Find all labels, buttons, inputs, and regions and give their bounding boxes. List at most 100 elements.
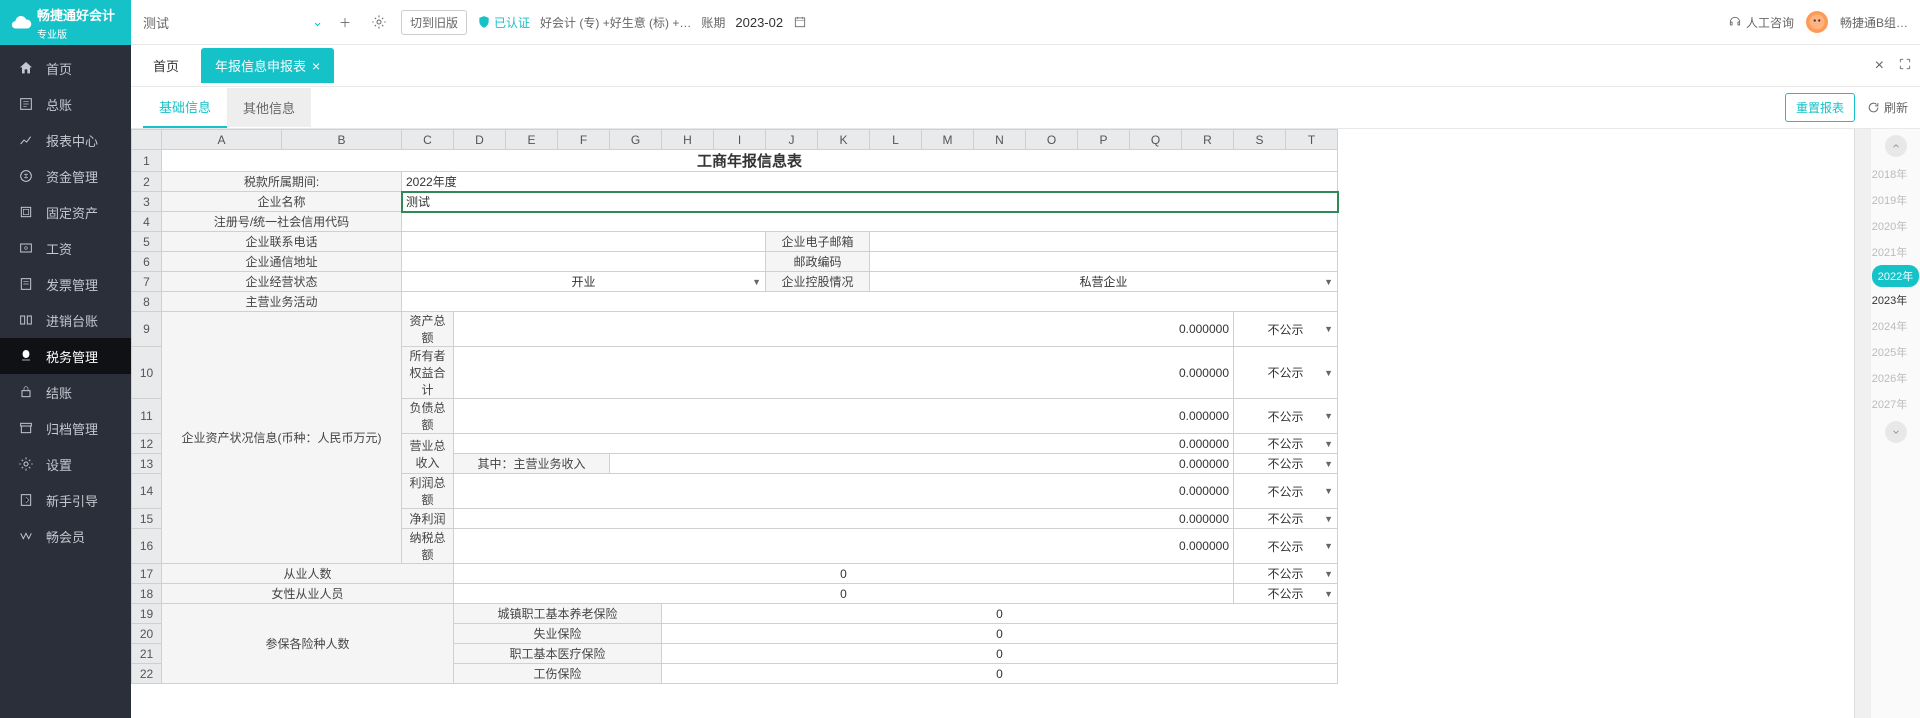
row-head[interactable]: 20 bbox=[132, 624, 162, 644]
row-head[interactable]: 10 bbox=[132, 347, 162, 399]
close-all-tabs[interactable]: × bbox=[1869, 57, 1890, 75]
row-head[interactable]: 17 bbox=[132, 564, 162, 584]
cell[interactable]: 测试 bbox=[402, 192, 1338, 212]
close-icon[interactable]: × bbox=[312, 58, 320, 74]
add-button[interactable]: ＋ bbox=[333, 10, 357, 34]
col-head[interactable]: I bbox=[714, 130, 766, 150]
cell[interactable]: 0.000000 bbox=[454, 434, 1234, 454]
col-head[interactable]: S bbox=[1234, 130, 1286, 150]
row-head[interactable]: 2 bbox=[132, 172, 162, 192]
cell[interactable]: 0.000000 bbox=[610, 454, 1234, 474]
col-head[interactable]: H bbox=[662, 130, 714, 150]
year-2020年[interactable]: 2020年 bbox=[1872, 213, 1919, 239]
col-head[interactable]: P bbox=[1078, 130, 1130, 150]
year-2027年[interactable]: 2027年 bbox=[1872, 391, 1919, 417]
row-head[interactable]: 9 bbox=[132, 312, 162, 347]
row-head[interactable]: 4 bbox=[132, 212, 162, 232]
avatar[interactable] bbox=[1806, 11, 1828, 33]
row-head[interactable]: 13 bbox=[132, 454, 162, 474]
nav-settings[interactable]: 设置 bbox=[0, 446, 131, 482]
dropdown-cell[interactable]: 不公示▼ bbox=[1234, 347, 1338, 399]
row-head[interactable]: 5 bbox=[132, 232, 162, 252]
dropdown-cell[interactable]: 开业▼ bbox=[402, 272, 766, 292]
refresh-button[interactable]: 刷新 bbox=[1867, 99, 1908, 116]
col-head[interactable]: R bbox=[1182, 130, 1234, 150]
nav-inventory[interactable]: 进销台账 bbox=[0, 302, 131, 338]
cell[interactable]: 0 bbox=[454, 584, 1234, 604]
row-head[interactable]: 22 bbox=[132, 664, 162, 684]
dropdown-cell[interactable]: 不公示▼ bbox=[1234, 529, 1338, 564]
nav-assets[interactable]: 固定资产 bbox=[0, 194, 131, 230]
year-2018年[interactable]: 2018年 bbox=[1872, 161, 1919, 187]
col-head[interactable]: O bbox=[1026, 130, 1078, 150]
dropdown-cell[interactable]: 不公示▼ bbox=[1234, 584, 1338, 604]
year-2022年[interactable]: 2022年 bbox=[1872, 265, 1919, 287]
settings-button[interactable] bbox=[367, 10, 391, 34]
cell[interactable] bbox=[870, 252, 1338, 272]
cell[interactable]: 0 bbox=[662, 624, 1338, 644]
col-head[interactable]: E bbox=[506, 130, 558, 150]
col-head[interactable]: D bbox=[454, 130, 506, 150]
nav-home[interactable]: 首页 bbox=[0, 50, 131, 86]
col-head[interactable]: B bbox=[282, 130, 402, 150]
col-head[interactable]: A bbox=[162, 130, 282, 150]
col-head[interactable]: K bbox=[818, 130, 870, 150]
cell[interactable]: 0.000000 bbox=[454, 529, 1234, 564]
row-head[interactable]: 18 bbox=[132, 584, 162, 604]
year-next[interactable] bbox=[1885, 421, 1907, 443]
tab-annual-report[interactable]: 年报信息申报表 × bbox=[201, 48, 334, 83]
dropdown-cell[interactable]: 不公示▼ bbox=[1234, 399, 1338, 434]
support-button[interactable]: 人工咨询 bbox=[1728, 14, 1794, 31]
calendar-icon[interactable] bbox=[793, 15, 807, 29]
row-head[interactable]: 21 bbox=[132, 644, 162, 664]
user-name[interactable]: 畅捷通B组… bbox=[1840, 14, 1908, 31]
col-head[interactable]: J bbox=[766, 130, 818, 150]
col-head[interactable]: F bbox=[558, 130, 610, 150]
dropdown-cell[interactable]: 不公示▼ bbox=[1234, 312, 1338, 347]
dropdown-cell[interactable]: 不公示▼ bbox=[1234, 474, 1338, 509]
cell[interactable] bbox=[402, 232, 766, 252]
expand-button[interactable] bbox=[1898, 57, 1912, 74]
dropdown-cell[interactable]: 不公示▼ bbox=[1234, 434, 1338, 454]
nav-funds[interactable]: 资金管理 bbox=[0, 158, 131, 194]
scrollbar[interactable] bbox=[1854, 129, 1870, 718]
year-2023年[interactable]: 2023年 bbox=[1872, 287, 1919, 313]
cell[interactable]: 0 bbox=[662, 604, 1338, 624]
year-2025年[interactable]: 2025年 bbox=[1872, 339, 1919, 365]
col-head[interactable]: M bbox=[922, 130, 974, 150]
cell[interactable]: 0 bbox=[454, 564, 1234, 584]
row-head[interactable]: 12 bbox=[132, 434, 162, 454]
cell[interactable]: 0 bbox=[662, 664, 1338, 684]
dropdown-cell[interactable]: 私营企业▼ bbox=[870, 272, 1338, 292]
nav-reports[interactable]: 报表中心 bbox=[0, 122, 131, 158]
row-head[interactable]: 16 bbox=[132, 529, 162, 564]
reset-button[interactable]: 重置报表 bbox=[1785, 93, 1855, 122]
year-2019年[interactable]: 2019年 bbox=[1872, 187, 1919, 213]
row-head[interactable]: 1 bbox=[132, 150, 162, 172]
row-head[interactable]: 19 bbox=[132, 604, 162, 624]
cell[interactable]: 0.000000 bbox=[454, 347, 1234, 399]
cell[interactable] bbox=[870, 232, 1338, 252]
nav-invoice[interactable]: 发票管理 bbox=[0, 266, 131, 302]
select-all[interactable] bbox=[132, 130, 162, 150]
cell[interactable]: 0.000000 bbox=[454, 474, 1234, 509]
year-prev[interactable] bbox=[1885, 135, 1907, 157]
col-head[interactable]: G bbox=[610, 130, 662, 150]
cell[interactable] bbox=[402, 252, 766, 272]
nav-ledger[interactable]: 总账 bbox=[0, 86, 131, 122]
col-head[interactable]: C bbox=[402, 130, 454, 150]
cell[interactable]: 0.000000 bbox=[454, 312, 1234, 347]
row-head[interactable]: 6 bbox=[132, 252, 162, 272]
nav-tax[interactable]: 税务管理 bbox=[0, 338, 131, 374]
old-version-button[interactable]: 切到旧版 bbox=[401, 10, 467, 35]
row-head[interactable]: 7 bbox=[132, 272, 162, 292]
nav-salary[interactable]: 工资 bbox=[0, 230, 131, 266]
cell[interactable]: 0.000000 bbox=[454, 399, 1234, 434]
tab-home[interactable]: 首页 bbox=[139, 48, 193, 83]
cell[interactable]: 0.000000 bbox=[454, 509, 1234, 529]
row-head[interactable]: 3 bbox=[132, 192, 162, 212]
cell[interactable] bbox=[402, 292, 1338, 312]
nav-archive[interactable]: 归档管理 bbox=[0, 410, 131, 446]
year-2026年[interactable]: 2026年 bbox=[1872, 365, 1919, 391]
row-head[interactable]: 14 bbox=[132, 474, 162, 509]
